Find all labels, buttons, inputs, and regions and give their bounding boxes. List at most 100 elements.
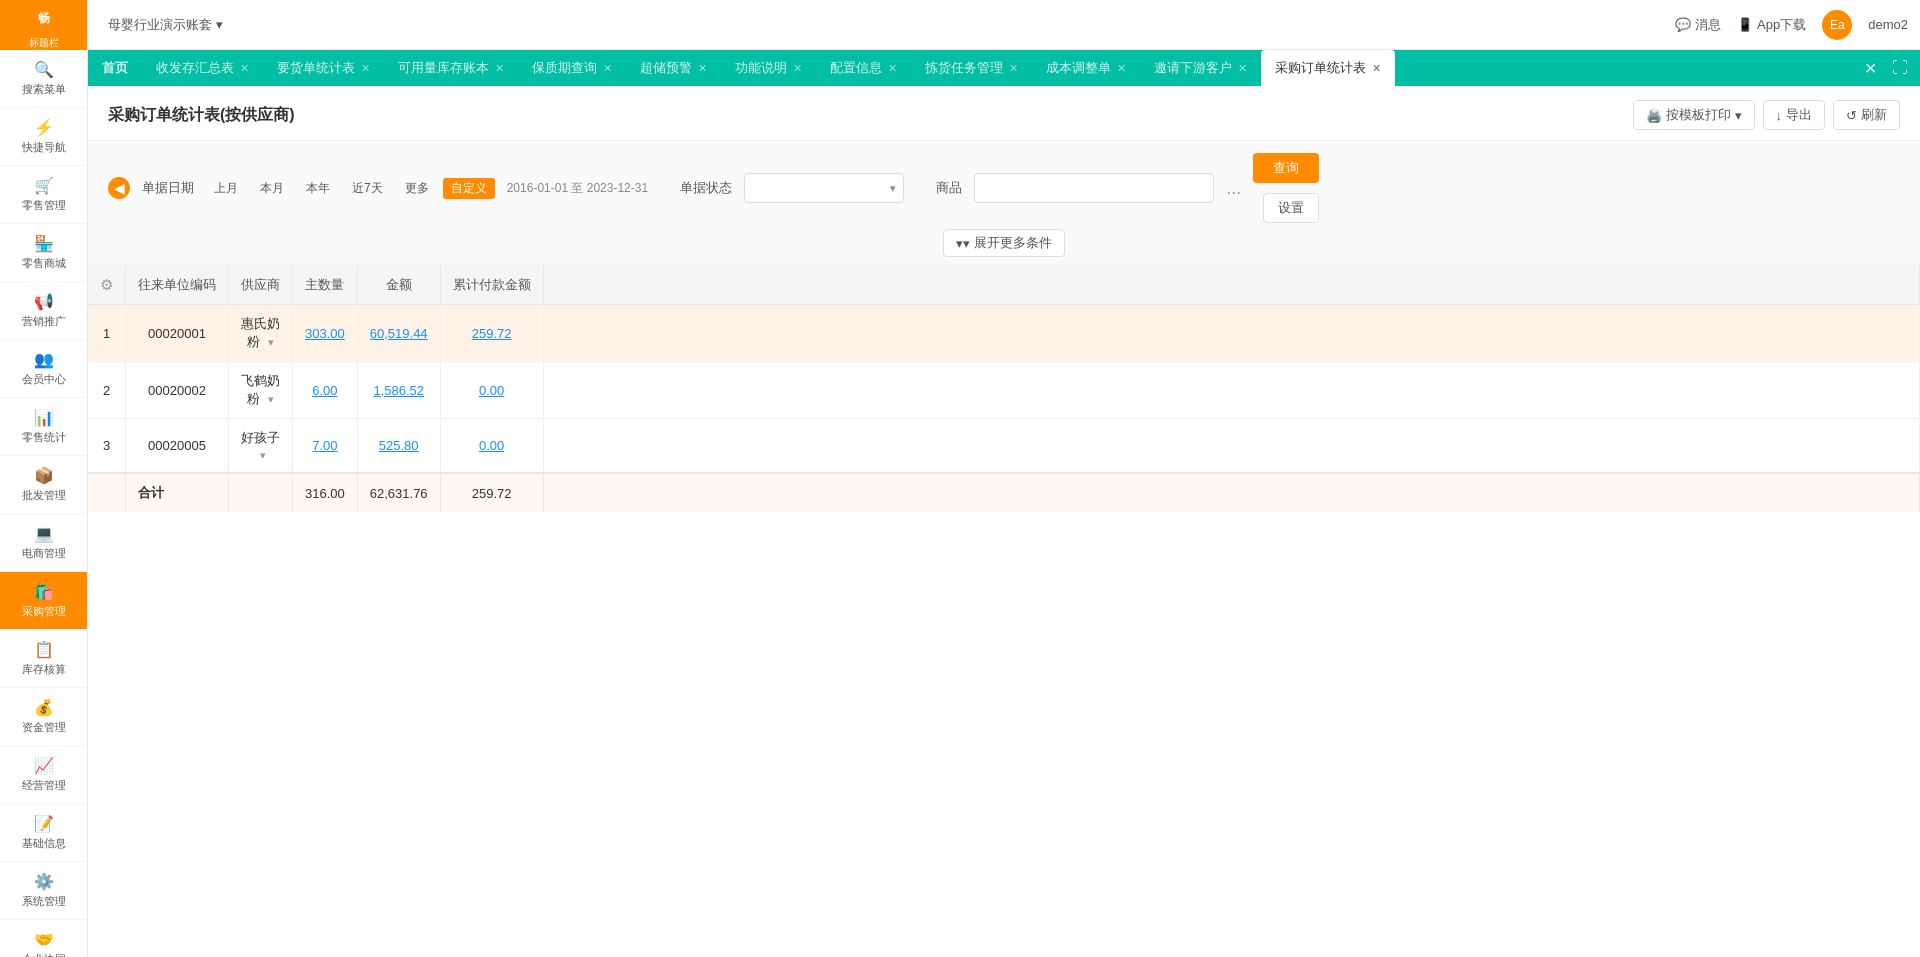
app-logo: 畅 标题栏 [0, 0, 87, 50]
page-header: 采购订单统计表(按供应商) 🖨️ 按模板打印 ▾ ↓ 导出 ↺ 刷新 [88, 86, 1920, 141]
nav-icon-quick-nav: ⚡ [34, 118, 54, 137]
column-settings-icon[interactable]: ⚙ [100, 276, 113, 293]
tab-close-overstock-warning[interactable]: ✕ [698, 62, 707, 75]
tab-close-requisition-summary[interactable]: ✕ [361, 62, 370, 75]
date-shortcuts: 上月 本月 本年 近7天 更多 自定义 [206, 178, 495, 199]
settings-button[interactable]: 设置 [1263, 193, 1319, 223]
row-index: 2 [88, 362, 126, 419]
filter-bar: ◀ 单据日期 上月 本月 本年 近7天 更多 自定义 2016-01-01 至 … [88, 141, 1920, 266]
goods-input[interactable] [974, 173, 1214, 203]
tab-cost-adjust[interactable]: 成本调整单 ✕ [1032, 50, 1140, 86]
date-shortcut-7days[interactable]: 近7天 [344, 178, 391, 199]
app-download-action[interactable]: 📱 App下载 [1737, 16, 1806, 34]
tab-close-config-info[interactable]: ✕ [888, 62, 897, 75]
template-print-button[interactable]: 🖨️ 按模板打印 ▾ [1633, 100, 1755, 130]
supplier-expand-icon[interactable]: ▾ [268, 393, 274, 405]
amount-link[interactable]: 525.80 [379, 438, 419, 453]
date-shortcut-this-year[interactable]: 本年 [298, 178, 338, 199]
sidebar-item-inventory[interactable]: 📋库存核算 [0, 630, 87, 688]
sidebar-item-finance[interactable]: 💰资金管理 [0, 688, 87, 746]
sidebar-item-member[interactable]: 👥会员中心 [0, 340, 87, 398]
tab-purchase-summary[interactable]: 采购订单统计表 ✕ [1261, 50, 1395, 86]
tab-requisition-summary[interactable]: 要货单统计表 ✕ [263, 50, 384, 86]
row-quantity: 6.00 [293, 362, 358, 419]
sidebar-item-retail-stats[interactable]: 📊零售统计 [0, 398, 87, 456]
sidebar-item-basic-info[interactable]: 📝基础信息 [0, 804, 87, 862]
sidebar-item-system[interactable]: ⚙️系统管理 [0, 862, 87, 920]
date-shortcut-this-month[interactable]: 本月 [252, 178, 292, 199]
tab-function-desc[interactable]: 功能说明 ✕ [721, 50, 816, 86]
user-initials: Ea [1830, 18, 1845, 32]
quantity-link[interactable]: 7.00 [312, 438, 337, 453]
tab-home[interactable]: 首页 [88, 50, 142, 86]
col-paid: 累计付款金额 [440, 266, 543, 305]
refresh-button[interactable]: ↺ 刷新 [1833, 100, 1900, 130]
tab-close-cost-adjust[interactable]: ✕ [1117, 62, 1126, 75]
table-header-row: ⚙ 往来单位编码 供应商 主数量 金额 累计付款金额 [88, 266, 1920, 305]
goods-more-btn[interactable]: ... [1226, 178, 1241, 199]
status-select[interactable] [744, 173, 904, 203]
sidebar-item-enterprise[interactable]: 🤝企业协同 [0, 920, 87, 957]
row-index: 3 [88, 419, 126, 474]
paid-link[interactable]: 0.00 [479, 383, 504, 398]
logo-text: 标题栏 [29, 36, 59, 50]
nav-label-ecommerce: 电商管理 [22, 546, 66, 561]
sidebar-item-retail[interactable]: 🛒零售管理 [0, 166, 87, 224]
date-badge-custom[interactable]: 自定义 [443, 178, 495, 199]
filter-toggle-btn[interactable]: ◀ [108, 177, 130, 199]
tab-available-stock[interactable]: 可用量库存账本 ✕ [384, 50, 518, 86]
row-extra [543, 419, 1919, 474]
tab-label-available-stock: 可用量库存账本 [398, 59, 489, 77]
user-avatar[interactable]: Ea [1822, 10, 1852, 40]
amount-link[interactable]: 60,519.44 [370, 326, 428, 341]
footer-amount: 62,631.76 [357, 473, 440, 512]
tab-label-picking-task: 拣货任务管理 [925, 59, 1003, 77]
date-shortcut-more[interactable]: 更多 [397, 178, 437, 199]
message-action[interactable]: 💬 消息 [1675, 16, 1721, 34]
tab-close-invite-downstream[interactable]: ✕ [1238, 62, 1247, 75]
sidebar-item-ecommerce[interactable]: 💻 电商管理 [0, 514, 87, 572]
row-supplier: 惠氏奶粉 ▾ [229, 305, 293, 362]
query-button[interactable]: 查询 [1253, 153, 1319, 183]
tab-label-cost-adjust: 成本调整单 [1046, 59, 1111, 77]
nav-icon-enterprise: 🤝 [34, 930, 54, 949]
nav-label-operations: 经营管理 [22, 778, 66, 793]
amount-link[interactable]: 1,586.52 [373, 383, 424, 398]
maximize-btn[interactable]: ⛶ [1888, 56, 1912, 80]
expand-more-btn[interactable]: ▾▾ 展开更多条件 [943, 229, 1065, 257]
sidebar-item-retail-mall[interactable]: 🏪零售商城 [0, 224, 87, 282]
footer-empty-2 [229, 473, 293, 512]
date-shortcut-last-month[interactable]: 上月 [206, 178, 246, 199]
tab-picking-task[interactable]: 拣货任务管理 ✕ [911, 50, 1032, 86]
sidebar-item-operations[interactable]: 📈经营管理 [0, 746, 87, 804]
tab-close-available-stock[interactable]: ✕ [495, 62, 504, 75]
page-title: 采购订单统计表(按供应商) [108, 105, 295, 126]
supplier-expand-icon[interactable]: ▾ [260, 449, 266, 461]
sidebar-item-wholesale[interactable]: 📦批发管理 [0, 456, 87, 514]
tab-config-info[interactable]: 配置信息 ✕ [816, 50, 911, 86]
tab-label-purchase-summary: 采购订单统计表 [1275, 59, 1366, 77]
quantity-link[interactable]: 6.00 [312, 383, 337, 398]
supplier-expand-icon[interactable]: ▾ [268, 336, 274, 348]
tab-close-collect-summary[interactable]: ✕ [240, 62, 249, 75]
paid-link[interactable]: 259.72 [472, 326, 512, 341]
quantity-link[interactable]: 303.00 [305, 326, 345, 341]
nav-icon-ecommerce: 💻 [34, 524, 54, 543]
tab-close-function-desc[interactable]: ✕ [793, 62, 802, 75]
tab-close-shelf-life[interactable]: ✕ [603, 62, 612, 75]
tab-close-purchase-summary[interactable]: ✕ [1372, 62, 1381, 75]
paid-link[interactable]: 0.00 [479, 438, 504, 453]
tab-overstock-warning[interactable]: 超储预警 ✕ [626, 50, 721, 86]
sidebar-item-marketing[interactable]: 📢营销推广 [0, 282, 87, 340]
sidebar-item-quick-nav[interactable]: ⚡快捷导航 [0, 108, 87, 166]
sidebar-item-search[interactable]: 🔍搜索菜单 [0, 50, 87, 108]
export-button[interactable]: ↓ 导出 [1763, 100, 1826, 130]
workspace-selector[interactable]: 母婴行业演示账套 ▾ [100, 12, 231, 38]
tab-invite-downstream[interactable]: 邀请下游客户 ✕ [1140, 50, 1261, 86]
close-tab-btn[interactable]: ✕ [1858, 56, 1882, 80]
tab-shelf-life[interactable]: 保质期查询 ✕ [518, 50, 626, 86]
tab-collect-summary[interactable]: 收发存汇总表 ✕ [142, 50, 263, 86]
sidebar-item-purchase[interactable]: 🛍️采购管理 [0, 572, 87, 630]
tab-close-picking-task[interactable]: ✕ [1009, 62, 1018, 75]
export-icon: ↓ [1776, 108, 1783, 123]
